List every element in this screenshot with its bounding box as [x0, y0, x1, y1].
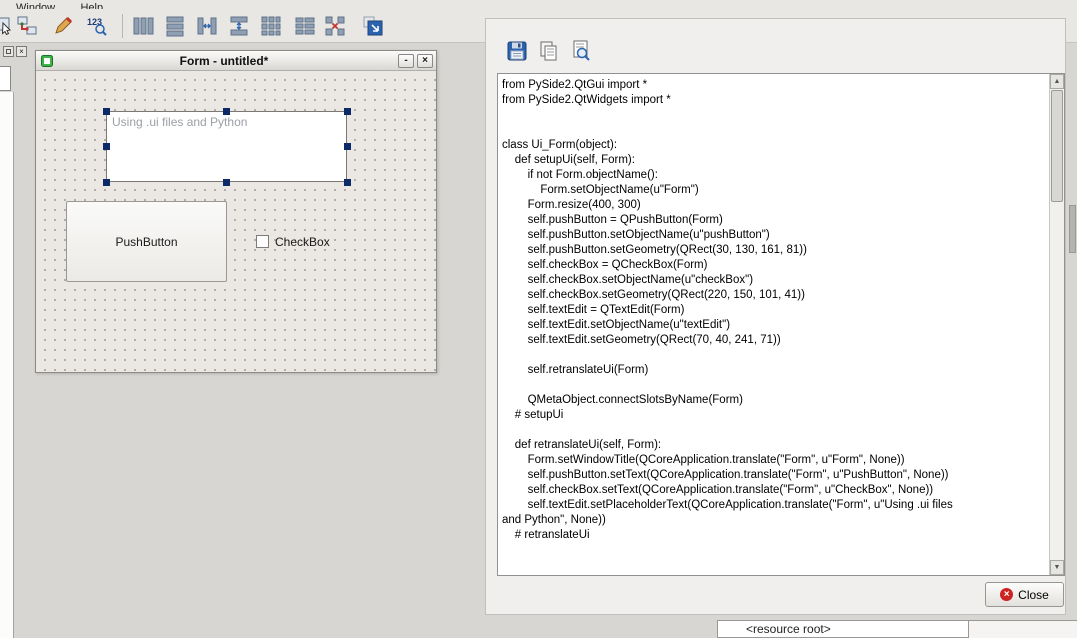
selection-handle-top-right[interactable] — [344, 108, 351, 115]
scroll-up-button[interactable]: ▲ — [1050, 74, 1064, 89]
selection-handle-middle-left[interactable] — [103, 143, 110, 150]
scroll-down-button[interactable]: ▼ — [1050, 560, 1064, 575]
layout-horizontal-button[interactable] — [130, 12, 158, 40]
layout-form-icon — [293, 14, 317, 38]
adjust-size-icon — [361, 14, 385, 38]
selection-handle-bottom-center[interactable] — [223, 179, 230, 186]
code-text[interactable]: from PySide2.QtGui import * from PySide2… — [502, 78, 1047, 573]
layout-vertical-button[interactable] — [162, 12, 190, 40]
textedit-widget[interactable]: Using .ui files and Python — [106, 111, 347, 182]
menubar: Window Help — [0, 0, 1077, 9]
menu-window[interactable]: Window — [16, 2, 55, 9]
layout-splitter-vertical-icon — [227, 14, 251, 38]
resource-root-item[interactable]: <resource root> — [717, 620, 969, 638]
scrollbar-thumb[interactable] — [1051, 90, 1063, 202]
code-preview-dialog: from PySide2.QtGui import * from PySide2… — [485, 18, 1066, 615]
adjust-size-button[interactable] — [360, 12, 388, 40]
close-dialog-icon: × — [1000, 588, 1013, 601]
checkbox-label: CheckBox — [275, 235, 330, 249]
preview-magnifier-icon — [569, 39, 593, 63]
edit-widgets-icon — [0, 14, 15, 38]
minimize-button[interactable]: - — [398, 54, 414, 68]
code-editor[interactable]: from PySide2.QtGui import * from PySide2… — [497, 73, 1065, 576]
dock-float-button[interactable] — [3, 46, 14, 57]
pushbutton-widget[interactable]: PushButton — [66, 201, 227, 282]
dock-float-icon — [6, 49, 11, 54]
checkbox-indicator[interactable] — [256, 235, 269, 248]
edit-signals-slots-button[interactable] — [14, 12, 42, 40]
background-scrollbar-thumb[interactable] — [1069, 205, 1076, 253]
form-window-title: Form - untitled* — [53, 54, 395, 68]
close-window-button[interactable]: × — [417, 54, 433, 68]
form-canvas[interactable]: Using .ui files and Python PushButton Ch… — [36, 71, 436, 372]
close-button[interactable]: × Close — [985, 582, 1064, 607]
selection-handle-top-left[interactable] — [103, 108, 110, 115]
layout-vertical-icon — [163, 14, 187, 38]
selection-handle-top-center[interactable] — [223, 108, 230, 115]
save-button[interactable] — [504, 37, 532, 65]
layout-horizontal-icon — [131, 14, 155, 38]
left-panel-edge — [0, 92, 14, 638]
layout-grid-icon — [259, 14, 283, 38]
layout-splitter-horizontal-icon — [195, 14, 219, 38]
form-window-icon — [41, 55, 53, 67]
form-window-titlebar[interactable]: Form - untitled* - × — [36, 51, 436, 71]
checkbox-widget[interactable]: CheckBox — [256, 221, 357, 262]
code-scrollbar[interactable]: ▲ ▼ — [1049, 74, 1064, 575]
edit-tab-order-button[interactable]: 123 — [84, 12, 112, 40]
edit-buddies-button[interactable] — [50, 12, 78, 40]
break-layout-icon — [323, 14, 347, 38]
save-icon — [505, 39, 529, 63]
selection-handle-bottom-left[interactable] — [103, 179, 110, 186]
dock-filter-input[interactable] — [0, 66, 11, 91]
layout-form-button[interactable] — [292, 12, 320, 40]
preview-button[interactable] — [568, 37, 596, 65]
selection-handle-bottom-right[interactable] — [344, 179, 351, 186]
form-editor-window: Form - untitled* - × Using .ui files and… — [35, 50, 437, 373]
layout-splitter-horizontal-button[interactable] — [194, 12, 222, 40]
textedit-placeholder: Using .ui files and Python — [112, 115, 247, 129]
dock-close-icon: × — [19, 48, 24, 56]
break-layout-button[interactable] — [322, 12, 350, 40]
copy-button[interactable] — [536, 37, 564, 65]
edit-buddies-icon — [51, 14, 75, 38]
copy-icon — [537, 39, 561, 63]
toolbar-separator — [122, 14, 123, 38]
close-button-label: Close — [1018, 588, 1049, 602]
edit-tab-order-icon: 123 — [85, 14, 109, 38]
selection-handle-middle-right[interactable] — [344, 143, 351, 150]
edit-signals-slots-icon — [15, 14, 39, 38]
layout-grid-button[interactable] — [258, 12, 286, 40]
layout-splitter-vertical-button[interactable] — [226, 12, 254, 40]
resource-panel-edge — [969, 620, 1077, 638]
menu-help[interactable]: Help — [80, 2, 103, 9]
dock-close-button[interactable]: × — [16, 46, 27, 57]
